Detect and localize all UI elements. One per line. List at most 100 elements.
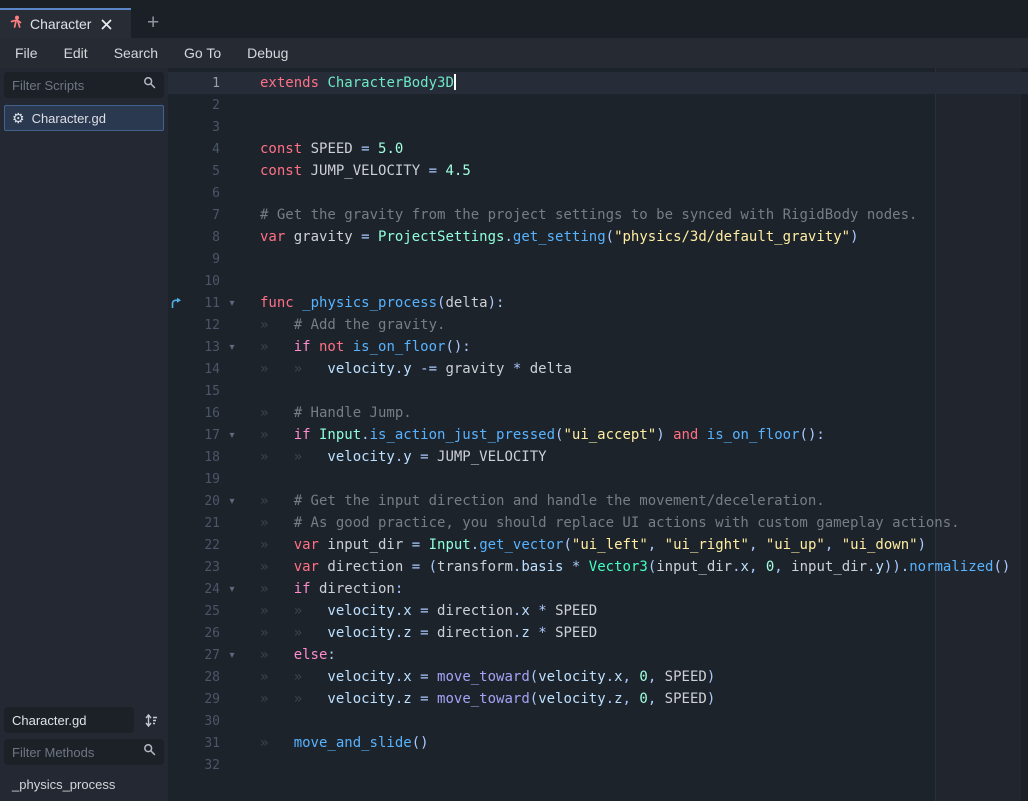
line-number: 22 — [184, 538, 220, 553]
tab-indent-marker: » — [260, 732, 294, 754]
new-script-button[interactable]: + — [131, 8, 175, 38]
menu-file[interactable]: File — [2, 38, 51, 68]
code-line[interactable]: 6 — [168, 182, 1028, 204]
code-line[interactable]: 5const JUMP_VELOCITY = 4.5 — [168, 160, 1028, 182]
line-number: 21 — [184, 516, 220, 531]
code-text: »# As good practice, you should replace … — [244, 512, 960, 534]
script-item[interactable]: ⚙Character.gd — [4, 105, 164, 131]
tab-indent-marker: » — [260, 402, 294, 424]
code-line[interactable]: 2 — [168, 94, 1028, 116]
code-line[interactable]: 19 — [168, 468, 1028, 490]
text-caret — [454, 74, 456, 90]
close-icon[interactable] — [98, 16, 114, 32]
code-text: var gravity = ProjectSettings.get_settin… — [244, 226, 859, 248]
line-number: 7 — [184, 208, 220, 223]
script-list: ⚙Character.gd — [4, 98, 164, 707]
code-line[interactable]: 17▾»if Input.is_action_just_pressed("ui_… — [168, 424, 1028, 446]
current-script-field[interactable]: Character.gd — [4, 707, 134, 733]
line-number: 13 — [184, 340, 220, 355]
code-text: »»velocity.y -= gravity * delta — [244, 358, 572, 380]
fold-arrow-icon[interactable]: ▾ — [220, 342, 244, 353]
filter-methods-input[interactable]: Filter Methods — [4, 739, 164, 765]
code-line[interactable]: 21 »# As good practice, you should replac… — [168, 512, 1028, 534]
tab-indent-marker: » — [260, 622, 294, 644]
code-text: »if not is_on_floor(): — [244, 336, 471, 358]
menu-go-to[interactable]: Go To — [171, 38, 234, 68]
code-line[interactable]: 31 »move_and_slide() — [168, 732, 1028, 754]
code-line[interactable]: 1extends CharacterBody3D — [168, 72, 1028, 94]
code-text: »move_and_slide() — [244, 732, 429, 754]
scripts-panel: Filter Scripts ⚙Character.gd Character.g… — [0, 68, 168, 801]
code-line[interactable]: 7 # Get the gravity from the project sett… — [168, 204, 1028, 226]
code-text: »# Add the gravity. — [244, 314, 445, 336]
code-line[interactable]: 13▾»if not is_on_floor(): — [168, 336, 1028, 358]
code-text: »else: — [244, 644, 336, 666]
line-number: 31 — [184, 736, 220, 751]
tab-character[interactable]: Character — [0, 8, 131, 38]
code-line[interactable]: 24▾»if direction: — [168, 578, 1028, 600]
code-line[interactable]: 8 var gravity = ProjectSettings.get_setti… — [168, 226, 1028, 248]
code-line[interactable]: 18 »»velocity.y = JUMP_VELOCITY — [168, 446, 1028, 468]
menu-edit[interactable]: Edit — [51, 38, 101, 68]
sort-methods-icon[interactable] — [138, 707, 164, 733]
code-line[interactable]: 10 — [168, 270, 1028, 292]
line-number: 12 — [184, 318, 220, 333]
filter-scripts-placeholder: Filter Scripts — [12, 78, 137, 93]
tab-indent-marker: » — [260, 534, 294, 556]
fold-arrow-icon[interactable]: ▾ — [220, 584, 244, 595]
tab-indent-marker: » — [260, 556, 294, 578]
code-line[interactable]: 4const SPEED = 5.0 — [168, 138, 1028, 160]
line-number: 6 — [184, 186, 220, 201]
code-line[interactable]: 30 — [168, 710, 1028, 732]
code-line[interactable]: 12 »# Add the gravity. — [168, 314, 1028, 336]
fold-arrow-icon[interactable]: ▾ — [220, 650, 244, 661]
code-line[interactable]: 9 — [168, 248, 1028, 270]
search-icon — [143, 743, 156, 761]
code-line[interactable]: 25»»velocity.x = direction.x * SPEED — [168, 600, 1028, 622]
menu-search[interactable]: Search — [101, 38, 171, 68]
code-line[interactable]: 14»»velocity.y -= gravity * delta — [168, 358, 1028, 380]
code-text: »# Handle Jump. — [244, 402, 412, 424]
code-line[interactable]: 16»# Handle Jump. — [168, 402, 1028, 424]
line-number: 26 — [184, 626, 220, 641]
method-item[interactable]: _physics_process — [4, 771, 164, 797]
menu-bar: FileEditSearchGo ToDebug — [0, 38, 1028, 68]
fold-arrow-icon[interactable]: ▾ — [220, 430, 244, 441]
line-number: 8 — [184, 230, 220, 245]
code-editor[interactable]: 1extends CharacterBody3D 2 34const SPEED =… — [168, 68, 1028, 801]
tab-indent-marker: » — [260, 600, 294, 622]
code-line[interactable]: 28»»velocity.x = move_toward(velocity.x,… — [168, 666, 1028, 688]
code-text: func _physics_process(delta): — [244, 292, 504, 314]
method-jump-icon[interactable] — [168, 297, 184, 309]
code-line[interactable]: 32 — [168, 754, 1028, 776]
tab-indent-marker: » — [260, 666, 294, 688]
code-line[interactable]: 23»var direction = (transform.basis * Ve… — [168, 556, 1028, 578]
code-text: »var direction = (transform.basis * Vect… — [244, 556, 1010, 578]
fold-arrow-icon[interactable]: ▾ — [220, 298, 244, 309]
tab-indent-marker: » — [260, 688, 294, 710]
code-line[interactable]: 27▾»else: — [168, 644, 1028, 666]
filter-scripts-input[interactable]: Filter Scripts — [4, 72, 164, 98]
code-line[interactable]: 29»»velocity.z = move_toward(velocity.z,… — [168, 688, 1028, 710]
code-line[interactable]: 11▾func _physics_process(delta): — [168, 292, 1028, 314]
tab-indent-marker: » — [260, 578, 294, 600]
code-line[interactable]: 3 — [168, 116, 1028, 138]
tab-indent-marker: » — [260, 446, 294, 468]
code-line[interactable]: 15 — [168, 380, 1028, 402]
fold-arrow-icon[interactable]: ▾ — [220, 496, 244, 507]
script-tab-bar: Character + — [0, 0, 1028, 38]
tab-indent-marker: » — [294, 358, 328, 380]
code-line[interactable]: 20▾»# Get the input direction and handle… — [168, 490, 1028, 512]
line-number: 15 — [184, 384, 220, 399]
menu-debug[interactable]: Debug — [234, 38, 301, 68]
code-text: # Get the gravity from the project setti… — [244, 204, 917, 226]
line-number: 19 — [184, 472, 220, 487]
code-line[interactable]: 22»var input_dir = Input.get_vector("ui_… — [168, 534, 1028, 556]
code-text: »»velocity.y = JUMP_VELOCITY — [244, 446, 547, 468]
line-number: 2 — [184, 98, 220, 113]
line-number: 18 — [184, 450, 220, 465]
code-text: »if direction: — [244, 578, 403, 600]
gear-icon: ⚙ — [12, 111, 25, 125]
code-line[interactable]: 26»»velocity.z = direction.z * SPEED — [168, 622, 1028, 644]
tab-indent-marker: » — [294, 666, 328, 688]
